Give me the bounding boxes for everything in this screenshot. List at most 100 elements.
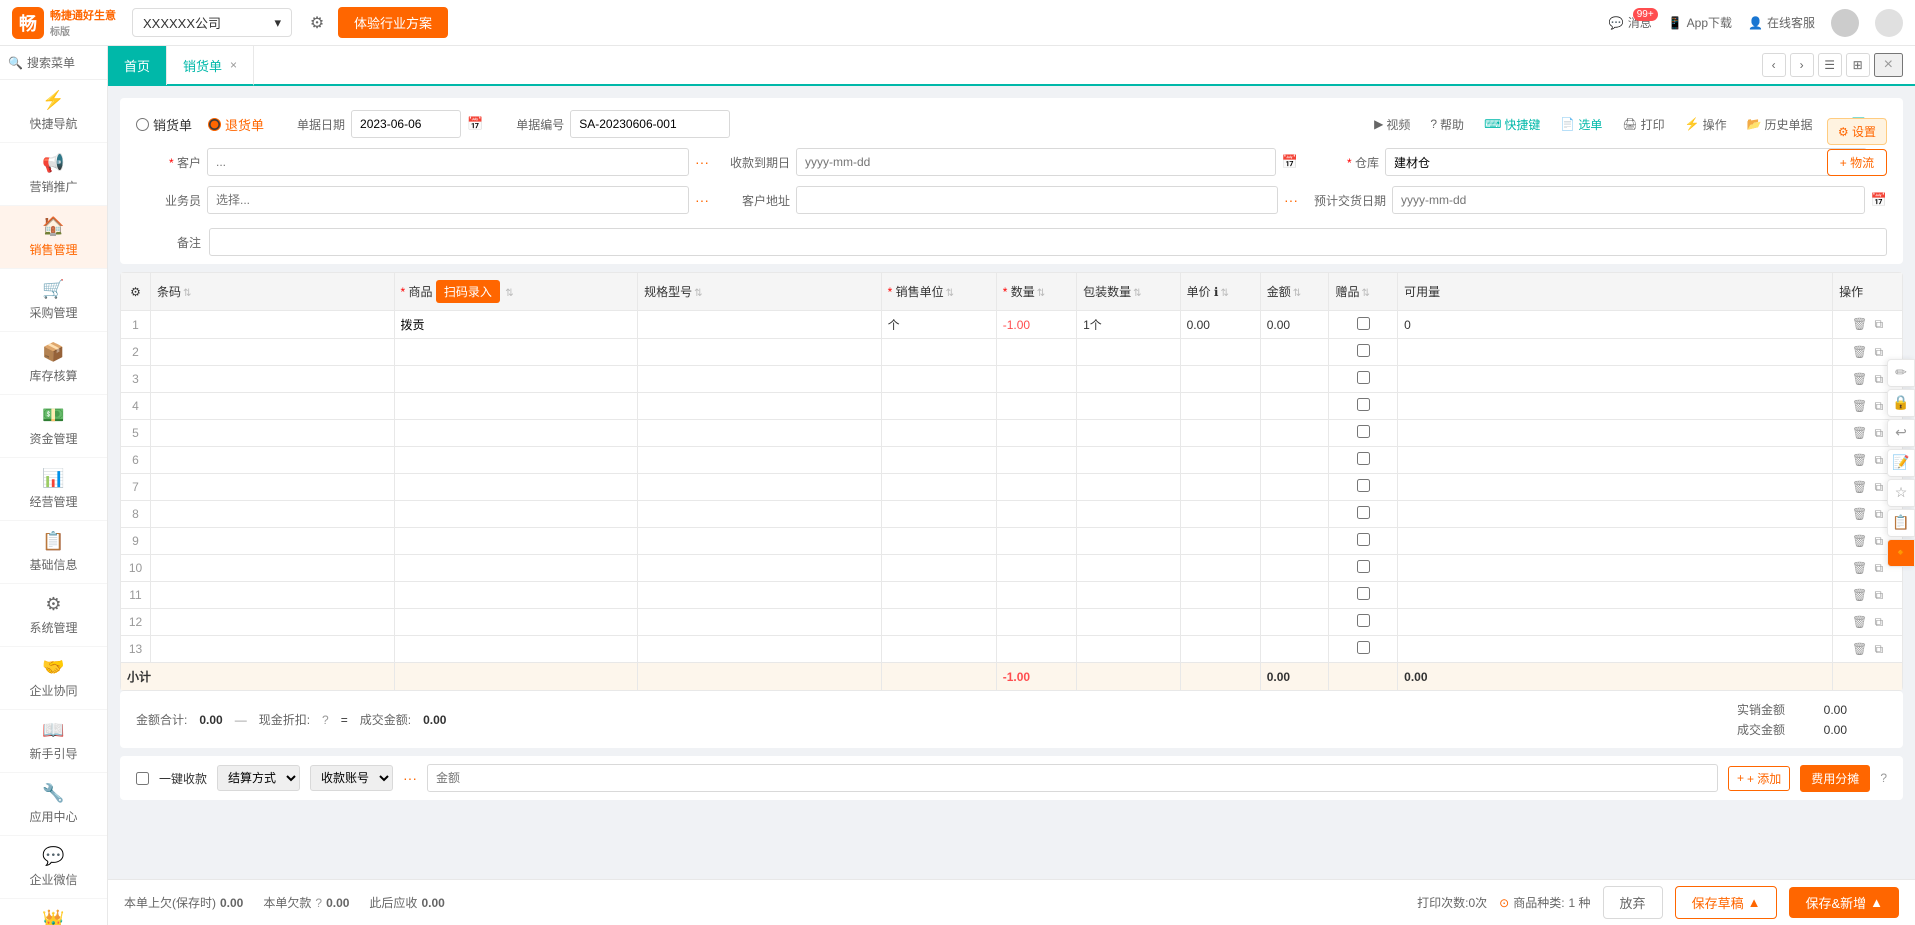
cell-price[interactable] [1180, 609, 1260, 636]
scan-button[interactable]: 扫码录入 [436, 280, 500, 303]
delete-icon[interactable]: 🗑 [1852, 426, 1867, 440]
delete-icon[interactable]: 🗑 [1852, 372, 1867, 386]
action-button[interactable]: ⚡ 操作 [1679, 113, 1733, 136]
radio-return[interactable]: 退货单 [208, 115, 264, 134]
cell-amount[interactable] [1260, 447, 1329, 474]
cell-amount[interactable] [1260, 501, 1329, 528]
delete-icon[interactable]: 🗑 [1852, 561, 1867, 575]
sidebar-item-quick-nav[interactable]: ⚡ 快捷导航 [0, 80, 107, 143]
cell-barcode[interactable] [151, 447, 395, 474]
account-select[interactable]: 收款账号 [310, 765, 393, 791]
cost-split-button[interactable]: 费用分摊 [1800, 765, 1870, 792]
amount-input[interactable] [427, 764, 1718, 792]
radio-sale[interactable]: 销货单 [136, 115, 192, 134]
calendar-icon[interactable]: 📅 [467, 116, 483, 132]
cell-barcode[interactable] [151, 339, 395, 366]
copy-row-icon[interactable]: ⧉ [1875, 399, 1884, 413]
logistics-button[interactable]: + 物流 [1827, 149, 1887, 176]
delete-icon[interactable]: 🗑 [1852, 480, 1867, 494]
avatar[interactable] [1831, 9, 1859, 37]
copy-row-icon[interactable]: ⧉ [1875, 561, 1884, 575]
cell-barcode[interactable] [151, 311, 395, 339]
right-panel-copy-icon[interactable]: 📋 [1887, 509, 1915, 537]
cell-product[interactable] [394, 339, 638, 366]
cell-pkg-qty[interactable] [1077, 582, 1181, 609]
cell-barcode[interactable] [151, 636, 395, 663]
cell-amount[interactable] [1260, 609, 1329, 636]
sidebar-item-system[interactable]: ⚙ 系统管理 [0, 584, 107, 647]
tab-list-button[interactable]: ☰ [1818, 53, 1842, 77]
cell-unit[interactable] [881, 393, 996, 420]
delete-icon[interactable]: 🗑 [1852, 615, 1867, 629]
cell-barcode[interactable] [151, 528, 395, 555]
cell-unit[interactable] [881, 582, 996, 609]
cell-spec[interactable] [638, 528, 882, 555]
copy-row-icon[interactable]: ⧉ [1875, 480, 1884, 494]
cell-price[interactable] [1180, 501, 1260, 528]
payment-date-input[interactable] [796, 148, 1276, 176]
cell-barcode[interactable] [151, 582, 395, 609]
cell-barcode[interactable] [151, 609, 395, 636]
cell-qty[interactable] [996, 582, 1076, 609]
cell-pkg-qty[interactable] [1077, 447, 1181, 474]
cell-price[interactable] [1180, 339, 1260, 366]
copy-row-icon[interactable]: ⧉ [1875, 426, 1884, 440]
cell-amount[interactable] [1260, 582, 1329, 609]
delete-icon[interactable]: 🗑 [1852, 642, 1867, 656]
cell-spec[interactable] [638, 366, 882, 393]
cell-product[interactable] [394, 447, 638, 474]
cell-product[interactable] [394, 474, 638, 501]
tab-sale-order[interactable]: 销货单 × [167, 46, 254, 86]
cell-amount[interactable] [1260, 366, 1329, 393]
cell-product[interactable] [394, 420, 638, 447]
col-settings[interactable]: ⚙ [121, 273, 151, 311]
delete-icon[interactable]: 🗑 [1852, 534, 1867, 548]
delete-icon[interactable]: 🗑 [1852, 453, 1867, 467]
copy-row-icon[interactable]: ⧉ [1875, 615, 1884, 629]
cell-price[interactable] [1180, 555, 1260, 582]
cell-pkg-qty[interactable] [1077, 474, 1181, 501]
sidebar-item-sales[interactable]: 🏠 销售管理 [0, 206, 107, 269]
delete-icon[interactable]: 🗑 [1852, 317, 1867, 331]
copy-row-icon[interactable]: ⧉ [1875, 317, 1884, 331]
sidebar-item-membership[interactable]: 👑 畅会员 [0, 899, 107, 925]
cell-product[interactable] [394, 501, 638, 528]
cell-price[interactable]: 0.00 [1180, 311, 1260, 339]
tab-prev-button[interactable]: ‹ [1762, 53, 1786, 77]
cell-price[interactable] [1180, 420, 1260, 447]
copy-row-icon[interactable]: ⧉ [1875, 507, 1884, 521]
cell-amount[interactable] [1260, 420, 1329, 447]
payment-dots-button[interactable]: ··· [403, 770, 417, 786]
cell-barcode[interactable] [151, 393, 395, 420]
expected-date-input[interactable] [1392, 186, 1865, 214]
sidebar-search[interactable]: 🔍 搜索菜单 [0, 46, 107, 80]
sidebar-item-operations[interactable]: 📊 经营管理 [0, 458, 107, 521]
cell-price[interactable] [1180, 447, 1260, 474]
cell-unit[interactable] [881, 474, 996, 501]
right-panel-note-icon[interactable]: 📝 [1887, 449, 1915, 477]
cell-unit[interactable] [881, 636, 996, 663]
cell-barcode[interactable] [151, 366, 395, 393]
radio-sale-input[interactable] [136, 118, 149, 131]
trial-button[interactable]: 体验行业方案 [338, 7, 448, 38]
cell-pkg-qty[interactable] [1077, 393, 1181, 420]
copy-row-icon[interactable]: ⧉ [1875, 534, 1884, 548]
cell-spec[interactable] [638, 447, 882, 474]
video-button[interactable]: ▶ 视频 [1368, 113, 1416, 136]
right-panel-undo-icon[interactable]: ↩ [1887, 419, 1915, 447]
tab-next-button[interactable]: › [1790, 53, 1814, 77]
sidebar-item-base-info[interactable]: 📋 基础信息 [0, 521, 107, 584]
addr-dots-button[interactable]: ··· [1284, 192, 1298, 208]
cell-gift[interactable] [1329, 609, 1398, 636]
settings-button[interactable]: ⚙ 设置 [1827, 118, 1887, 145]
cell-qty[interactable] [996, 609, 1076, 636]
cell-price[interactable] [1180, 366, 1260, 393]
cell-barcode[interactable] [151, 555, 395, 582]
cell-product[interactable] [394, 582, 638, 609]
cell-unit[interactable]: 个 [881, 311, 996, 339]
cell-unit[interactable] [881, 420, 996, 447]
cell-qty[interactable]: -1.00 [996, 311, 1076, 339]
sidebar-item-guide[interactable]: 📖 新手引导 [0, 710, 107, 773]
cell-spec[interactable] [638, 474, 882, 501]
cell-qty[interactable] [996, 474, 1076, 501]
